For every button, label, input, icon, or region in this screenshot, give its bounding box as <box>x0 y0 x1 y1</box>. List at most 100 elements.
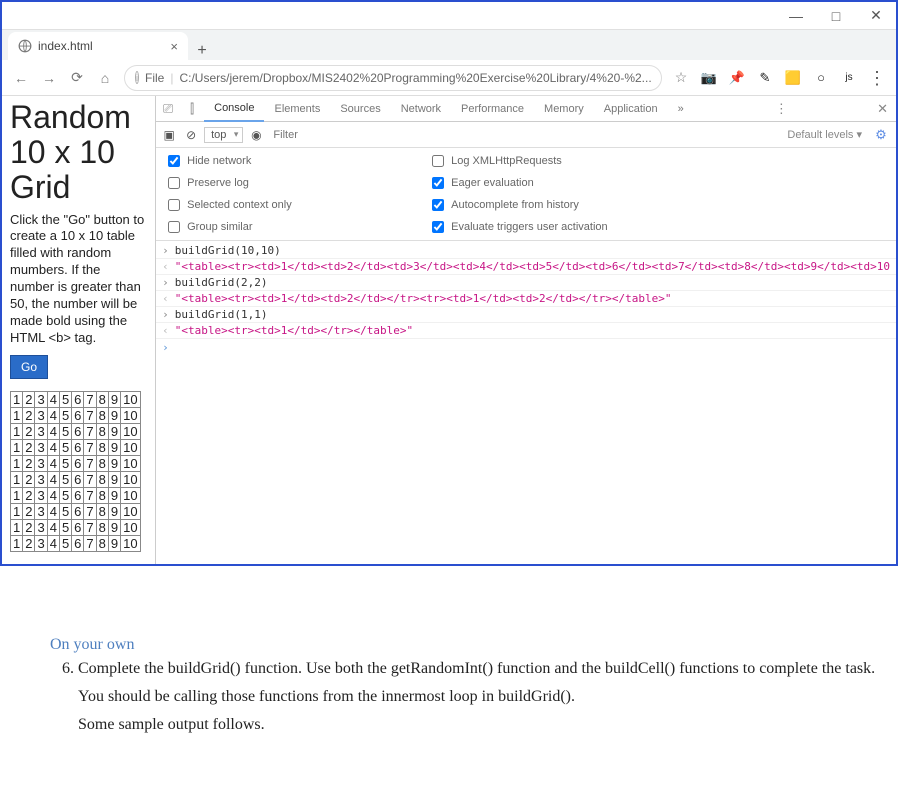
doc-step-6: Complete the buildGrid() function. Use b… <box>78 660 880 734</box>
table-row: 12345678910 <box>11 391 141 407</box>
grid-cell: 9 <box>108 487 120 503</box>
grid-cell: 2 <box>23 407 35 423</box>
inspect-icon[interactable]: ⎚ <box>156 101 180 117</box>
context-select[interactable]: top <box>204 127 243 143</box>
tab-more[interactable]: » <box>668 96 694 122</box>
grid-cell: 10 <box>121 471 140 487</box>
grid-cell: 4 <box>47 391 59 407</box>
grid-cell: 3 <box>35 535 47 551</box>
back-button[interactable]: ← <box>12 70 30 86</box>
tab-sources[interactable]: Sources <box>330 96 390 122</box>
grid-cell: 10 <box>121 487 140 503</box>
url-input[interactable]: i File | C:/Users/jerem/Dropbox/MIS2402%… <box>124 65 662 91</box>
window-minimize[interactable]: — <box>776 8 816 24</box>
grid-cell: 9 <box>108 439 120 455</box>
devtools-close[interactable]: ✕ <box>869 101 896 117</box>
go-button[interactable]: Go <box>10 355 48 379</box>
window-maximize[interactable]: □ <box>816 8 856 24</box>
grid-cell: 7 <box>84 535 96 551</box>
grid-cell: 3 <box>35 487 47 503</box>
grid-cell: 10 <box>121 455 140 471</box>
devtools-menu[interactable]: ⋮ <box>767 101 796 117</box>
opt-hide-network[interactable]: Hide network <box>164 152 404 170</box>
opt-log-xhr[interactable]: Log XMLHttpRequests <box>428 152 668 170</box>
reload-button[interactable]: ⟳ <box>68 69 86 86</box>
grid-cell: 8 <box>96 487 108 503</box>
tab-console[interactable]: Console <box>204 96 264 122</box>
log-line: ›buildGrid(10,10) <box>156 243 896 258</box>
grid-cell: 3 <box>35 391 47 407</box>
table-row: 12345678910 <box>11 519 141 535</box>
page-title: Random 10 x 10 Grid <box>10 100 147 206</box>
grid-cell: 7 <box>84 487 96 503</box>
log-line: ‹"<table><tr><td>1</td></tr></table>" <box>156 322 896 339</box>
devtools-panel: ⎚ ⫿ Console Elements Sources Network Per… <box>155 96 896 564</box>
ext-icon-4[interactable]: ○ <box>812 69 830 87</box>
grid-table: 1234567891012345678910123456789101234567… <box>10 391 141 552</box>
ext-icon-3[interactable]: 🟨 <box>784 69 802 87</box>
grid-cell: 8 <box>96 455 108 471</box>
table-row: 12345678910 <box>11 535 141 551</box>
ext-icon-5[interactable]: js <box>840 69 858 87</box>
tab-application[interactable]: Application <box>594 96 668 122</box>
opt-eager[interactable]: Eager evaluation <box>428 174 668 192</box>
tab-elements[interactable]: Elements <box>264 96 330 122</box>
clear-icon[interactable]: ⊘ <box>182 128 200 142</box>
opt-triggers[interactable]: Evaluate triggers user activation <box>428 218 668 236</box>
grid-cell: 7 <box>84 519 96 535</box>
grid-cell: 4 <box>47 519 59 535</box>
console-log[interactable]: ›buildGrid(10,10) ‹"<table><tr><td>1</td>… <box>156 241 896 564</box>
device-icon[interactable]: ⫿ <box>180 101 204 117</box>
grid-cell: 2 <box>23 423 35 439</box>
tab-network[interactable]: Network <box>391 96 451 122</box>
ext-icon-1[interactable]: 📌 <box>728 69 746 87</box>
ext-icon-0[interactable]: 📷 <box>700 69 718 87</box>
gear-icon[interactable]: ⚙ <box>870 127 892 143</box>
grid-cell: 5 <box>59 519 71 535</box>
grid-cell: 7 <box>84 407 96 423</box>
doc-heading: On your own <box>50 636 880 654</box>
home-button[interactable]: ⌂ <box>96 70 114 86</box>
grid-cell: 5 <box>59 439 71 455</box>
grid-cell: 7 <box>84 455 96 471</box>
grid-cell: 1 <box>11 535 23 551</box>
grid-cell: 2 <box>23 439 35 455</box>
sidebar-toggle-icon[interactable]: ▣ <box>160 128 178 142</box>
opt-selected-ctx[interactable]: Selected context only <box>164 196 404 214</box>
grid-cell: 7 <box>84 503 96 519</box>
page-content: Random 10 x 10 Grid Click the "Go" butto… <box>2 96 155 564</box>
table-row: 12345678910 <box>11 423 141 439</box>
tab-close-icon[interactable]: × <box>170 39 178 54</box>
grid-cell: 6 <box>72 471 84 487</box>
window-close[interactable]: ✕ <box>856 7 896 24</box>
star-icon[interactable]: ☆ <box>672 69 690 86</box>
tab-performance[interactable]: Performance <box>451 96 534 122</box>
grid-cell: 8 <box>96 439 108 455</box>
browser-tab[interactable]: index.html × <box>8 32 188 60</box>
info-icon: i <box>135 71 139 84</box>
opt-autocomplete[interactable]: Autocomplete from history <box>428 196 668 214</box>
opt-group[interactable]: Group similar <box>164 218 404 236</box>
tab-memory[interactable]: Memory <box>534 96 594 122</box>
live-icon[interactable]: ◉ <box>247 128 265 142</box>
new-tab-button[interactable]: + <box>188 42 216 60</box>
chrome-menu[interactable]: ⋮ <box>868 69 886 87</box>
grid-cell: 2 <box>23 455 35 471</box>
console-prompt[interactable]: › <box>156 339 896 356</box>
grid-cell: 4 <box>47 487 59 503</box>
filter-input[interactable] <box>269 127 349 143</box>
grid-cell: 5 <box>59 471 71 487</box>
grid-cell: 10 <box>121 407 140 423</box>
grid-cell: 3 <box>35 471 47 487</box>
levels-select[interactable]: Default levels ▾ <box>787 128 866 141</box>
ext-icon-2[interactable]: ✎ <box>756 69 774 87</box>
url-path: C:/Users/jerem/Dropbox/MIS2402%20Program… <box>179 71 651 85</box>
table-row: 12345678910 <box>11 407 141 423</box>
forward-button[interactable]: → <box>40 70 58 86</box>
grid-cell: 9 <box>108 471 120 487</box>
grid-cell: 10 <box>121 391 140 407</box>
address-bar: ← → ⟳ ⌂ i File | C:/Users/jerem/Dropbox/… <box>2 60 896 96</box>
table-row: 12345678910 <box>11 487 141 503</box>
opt-preserve[interactable]: Preserve log <box>164 174 404 192</box>
grid-cell: 10 <box>121 439 140 455</box>
